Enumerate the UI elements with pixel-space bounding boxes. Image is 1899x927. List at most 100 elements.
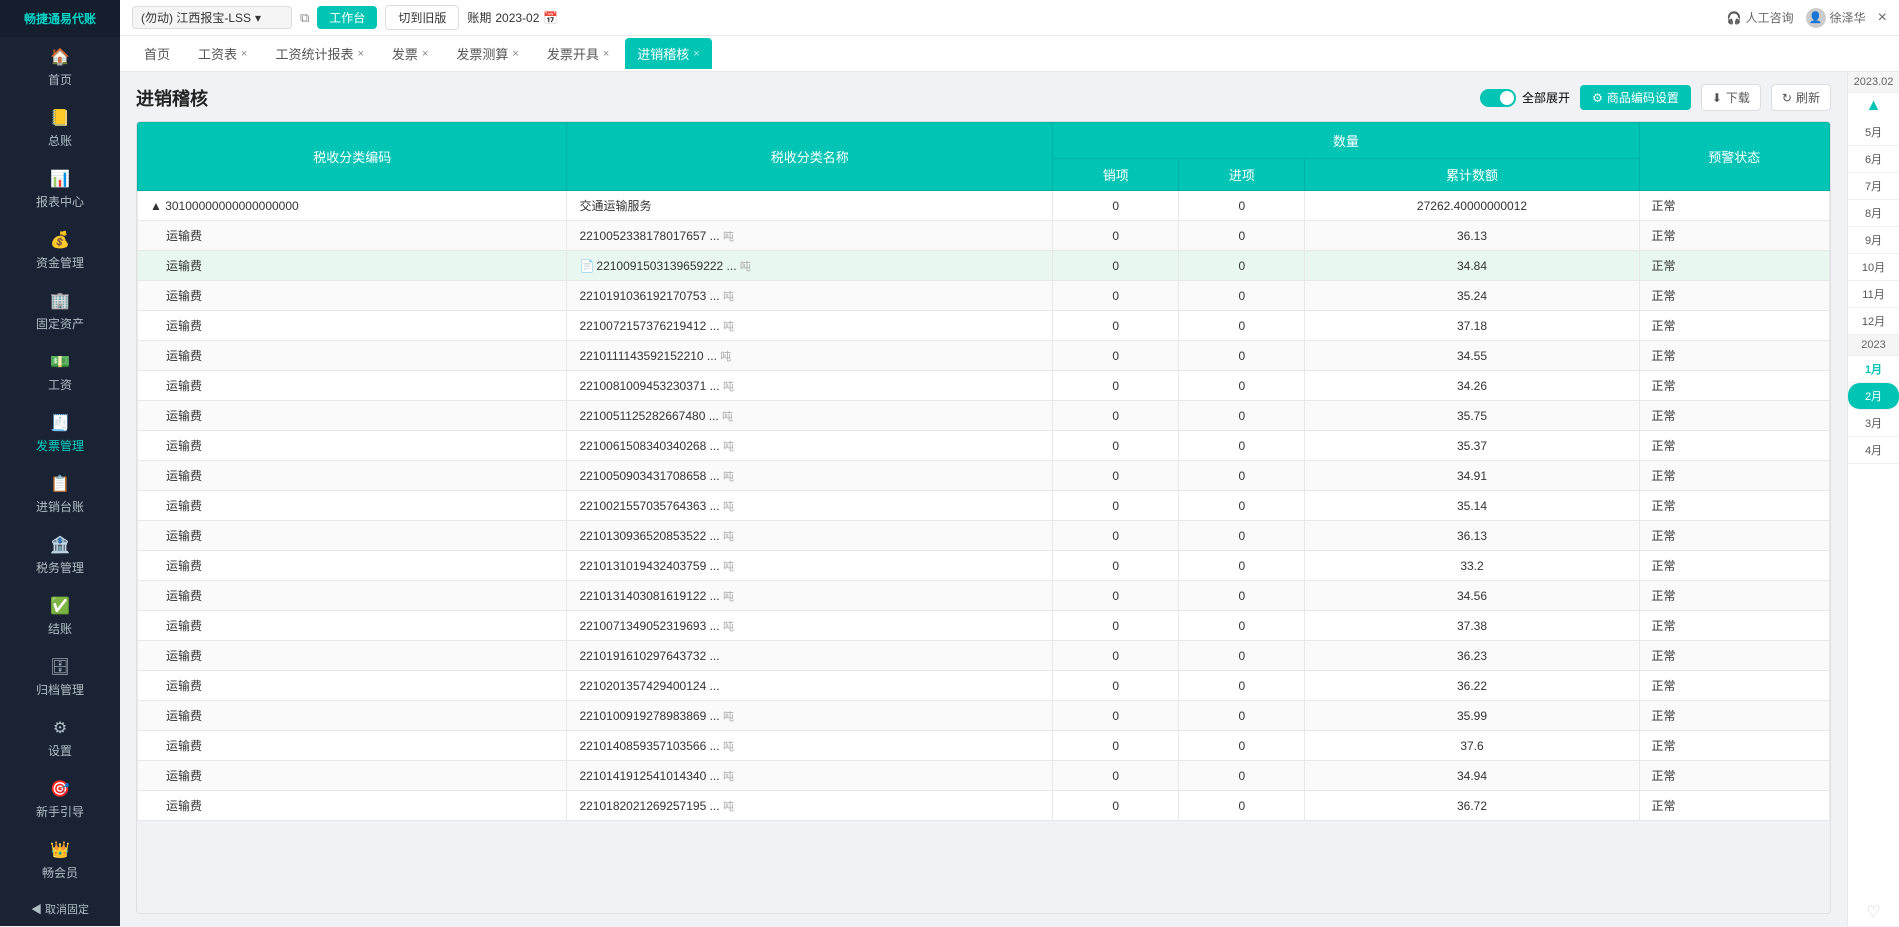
app-logo: 畅捷通易代账 [0, 0, 120, 37]
cell-sale: 0 [1053, 521, 1179, 551]
date-month-5[interactable]: 5月 [1848, 119, 1899, 146]
tab-payslip-close[interactable]: × [241, 48, 247, 60]
sidebar-item-settings[interactable]: ⚙ 设置 [0, 708, 120, 769]
date-scroll-up[interactable]: ▲ [1866, 93, 1882, 119]
table-row: ▲ 30100000000000000000 交通运输服务 0 0 27262.… [138, 191, 1830, 221]
user-avatar: 👤 [1806, 8, 1826, 28]
table-row: 运输费 2210052338178017657 ... 吨 0 0 36.13 … [138, 221, 1830, 251]
company-selector[interactable]: (勿动) 江西报宝-LSS ▾ [132, 6, 292, 29]
cell-invoice: 2210191610297643732 ... [567, 641, 1053, 671]
date-month-8[interactable]: 8月 [1848, 200, 1899, 227]
tab-invoiceopen[interactable]: 发票开具 × [535, 38, 621, 69]
product-code-settings-button[interactable]: ⚙ 商品编码设置 [1580, 85, 1691, 110]
sidebar-item-ledger[interactable]: 📒 总账 [0, 98, 120, 159]
cell-status: 正常 [1639, 371, 1829, 401]
cell-status: 正常 [1639, 341, 1829, 371]
cell-name: 运输费 [138, 341, 567, 371]
tab-invoiceopen-close[interactable]: × [603, 48, 609, 60]
cell-invoice: 2210111143592152210 ... 吨 [567, 341, 1053, 371]
sidebar-item-settle[interactable]: ✅ 结账 [0, 586, 120, 647]
sidebar-item-archive[interactable]: 🗄 归档管理 [0, 647, 120, 708]
switch-old-button[interactable]: 切到旧版 [385, 5, 459, 30]
date-month-2-active[interactable]: 2月 [1848, 383, 1899, 410]
tab-payslip-label: 工资表 [198, 44, 237, 63]
download-button[interactable]: ⬇ 下载 [1701, 84, 1761, 111]
date-month-9[interactable]: 9月 [1848, 227, 1899, 254]
sidebar-item-member[interactable]: 👑 畅会员 [0, 830, 120, 891]
workbench-button[interactable]: 工作台 [317, 6, 377, 29]
date-month-6[interactable]: 6月 [1848, 146, 1899, 173]
sidebar-item-saletax[interactable]: 📋 进销台账 [0, 464, 120, 525]
cell-sale: 0 [1053, 731, 1179, 761]
tab-reconcile[interactable]: 进销稽核 × [625, 38, 711, 69]
sidebar-item-funds[interactable]: 💰 资金管理 [0, 220, 120, 281]
tab-paystat[interactable]: 工资统计报表 × [263, 38, 375, 69]
user-area[interactable]: 👤 徐泽华 [1806, 8, 1866, 28]
tab-invoice[interactable]: 发票 × [380, 38, 440, 69]
sidebar-item-assets[interactable]: 🏢 固定资产 [0, 281, 120, 342]
cell-status: 正常 [1639, 611, 1829, 641]
table-row: 运输费 2210141912541014340 ... 吨 0 0 34.94 … [138, 761, 1830, 791]
date-year-prev: 2023.02 [1848, 72, 1899, 93]
close-window-button[interactable]: × [1878, 9, 1887, 27]
cell-invoice: 2210071349052319693 ... 吨 [567, 611, 1053, 641]
expand-toggle[interactable] [1480, 89, 1516, 107]
cell-cumulative: 36.72 [1305, 791, 1639, 821]
th-sale: 销项 [1053, 159, 1179, 191]
sidebar-item-newguide[interactable]: 🎯 新手引导 [0, 769, 120, 830]
sidebar-item-label: 固定资产 [36, 315, 84, 332]
saletax-icon: 📋 [50, 474, 70, 494]
cell-name: 运输费 [138, 491, 567, 521]
unpin-label: ◀ 取消固定 [31, 901, 89, 917]
tab-reconcile-close[interactable]: × [693, 48, 699, 60]
date-month-1[interactable]: 1月 [1848, 356, 1899, 383]
copy-icon[interactable]: ⧉ [300, 10, 309, 26]
sidebar-item-home[interactable]: 🏠 首页 [0, 37, 120, 98]
table-row: 运输费 2210071349052319693 ... 吨 0 0 37.38 … [138, 611, 1830, 641]
cell-purchase: 0 [1179, 671, 1305, 701]
date-month-3[interactable]: 3月 [1848, 410, 1899, 437]
sidebar-item-invoice[interactable]: 🧾 发票管理 [0, 403, 120, 464]
tab-home[interactable]: 首页 [132, 38, 182, 69]
date-month-4[interactable]: 4月 [1848, 437, 1899, 464]
cell-sale: 0 [1053, 311, 1179, 341]
tab-invoice-close[interactable]: × [422, 48, 428, 60]
sidebar-item-payroll[interactable]: 💵 工资 [0, 342, 120, 403]
cell-sale: 0 [1053, 671, 1179, 701]
cell-cumulative: 35.99 [1305, 701, 1639, 731]
company-name: (勿动) 江西报宝-LSS [141, 9, 251, 26]
tab-invoicecalc[interactable]: 发票测算 × [444, 38, 530, 69]
table-row: 运输费 2210051125282667480 ... 吨 0 0 35.75 … [138, 401, 1830, 431]
table-row: 运输费 2210191610297643732 ... 0 0 36.23 正常 [138, 641, 1830, 671]
reports-icon: 📊 [50, 169, 70, 189]
tab-paystat-close[interactable]: × [357, 48, 363, 60]
cell-name: 交通运输服务 [567, 191, 1053, 221]
table-row: 运输费 2210131019432403759 ... 吨 0 0 33.2 正… [138, 551, 1830, 581]
period-calendar-icon[interactable]: 📅 [543, 11, 558, 25]
refresh-button[interactable]: ↻ 刷新 [1771, 84, 1831, 111]
cell-name: 运输费 [138, 611, 567, 641]
cell-invoice: 2210021557035764363 ... 吨 [567, 491, 1053, 521]
th-status: 预警状态 [1639, 123, 1829, 191]
date-month-12[interactable]: 12月 [1848, 308, 1899, 335]
sidebar-item-reports[interactable]: 📊 报表中心 [0, 159, 120, 220]
sidebar-bottom: ◀ 取消固定 [0, 891, 120, 927]
sidebar-item-taxmgr[interactable]: 🏦 税务管理 [0, 525, 120, 586]
favorite-icon[interactable]: ♡ [1866, 898, 1880, 926]
date-month-11[interactable]: 11月 [1848, 281, 1899, 308]
cell-name: 运输费 [138, 641, 567, 671]
date-month-7[interactable]: 7月 [1848, 173, 1899, 200]
unpin-button[interactable]: ◀ 取消固定 [0, 891, 120, 927]
cell-status: 正常 [1639, 431, 1829, 461]
cell-cumulative: 36.13 [1305, 521, 1639, 551]
tab-payslip[interactable]: 工资表 × [186, 38, 259, 69]
tab-invoicecalc-close[interactable]: × [512, 48, 518, 60]
support-button[interactable]: 🎧 人工咨询 [1727, 9, 1794, 26]
cell-status: 正常 [1639, 311, 1829, 341]
cell-cumulative: 27262.40000000012 [1305, 191, 1639, 221]
cell-purchase: 0 [1179, 521, 1305, 551]
cell-invoice: 2210081009453230371 ... 吨 [567, 371, 1053, 401]
cell-sale: 0 [1053, 341, 1179, 371]
date-month-10[interactable]: 10月 [1848, 254, 1899, 281]
date-year-current: 2023 [1848, 335, 1899, 356]
